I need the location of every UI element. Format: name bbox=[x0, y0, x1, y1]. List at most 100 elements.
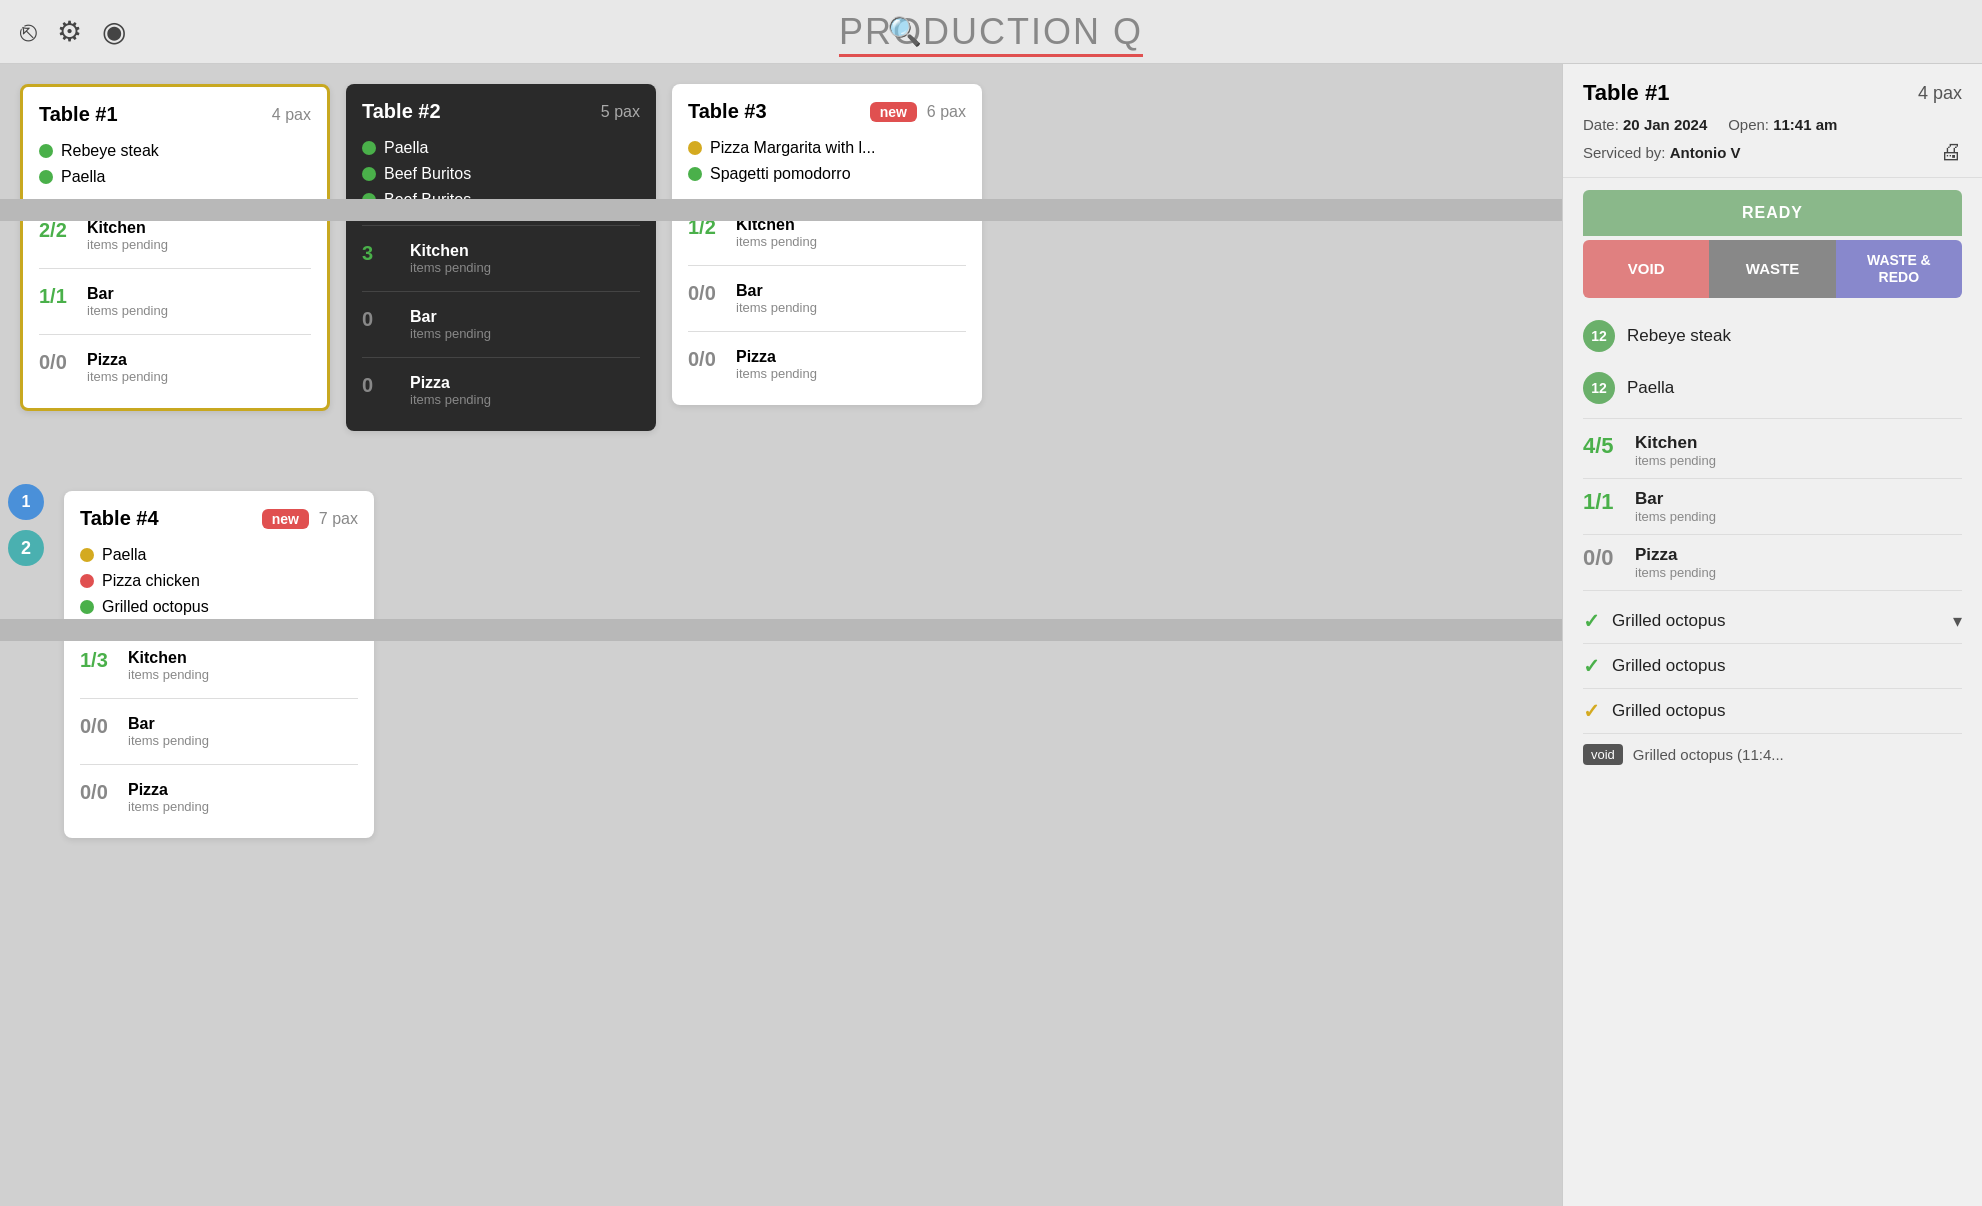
search-icon[interactable]: 🔍 bbox=[887, 15, 922, 48]
station-row: 0/0 Pizza items pending bbox=[39, 343, 311, 392]
pax-with-badge-4: new 7 pax bbox=[262, 509, 358, 529]
divider bbox=[80, 764, 358, 765]
station-count: 0/0 bbox=[39, 351, 75, 374]
eye-off-icon[interactable]: ◉ bbox=[102, 15, 126, 48]
station-count: 1/1 bbox=[39, 285, 75, 308]
station-name: Pizza bbox=[87, 351, 168, 369]
ready-button[interactable]: READY bbox=[1583, 190, 1962, 236]
station-info: Pizza items pending bbox=[87, 351, 168, 384]
station-sub: items pending bbox=[736, 366, 817, 381]
right-stations: 4/5 Kitchen items pending 1/1 Bar items … bbox=[1563, 423, 1982, 591]
grilled-void-row: void Grilled octopus (11:4... bbox=[1583, 734, 1962, 775]
table-card-3[interactable]: Table #3 new 6 pax Pizza Margarita with … bbox=[672, 84, 982, 405]
check-green-icon: ✓ bbox=[1583, 654, 1600, 678]
right-panel-serviced: Serviced by: Antonio V 🖨 bbox=[1583, 139, 1962, 165]
card-header-4: Table #4 new 7 pax bbox=[80, 507, 358, 530]
card-title-4: Table #4 bbox=[80, 507, 159, 530]
right-station-sub: items pending bbox=[1635, 565, 1716, 580]
right-station-count: 4/5 bbox=[1583, 433, 1623, 459]
station-info: Kitchen items pending bbox=[410, 242, 491, 275]
right-divider bbox=[1583, 418, 1962, 419]
right-station-info: Bar items pending bbox=[1635, 489, 1716, 524]
cards-bottom-row: Table #4 new 7 pax Paella Pizza chicken bbox=[20, 491, 1542, 838]
station-name: Pizza bbox=[736, 348, 817, 366]
station-info: Bar items pending bbox=[410, 308, 491, 341]
station-sub: items pending bbox=[410, 392, 491, 407]
dot-yellow bbox=[688, 141, 702, 155]
main-layout: 1 2 Table #1 4 pax Rebeye steak P bbox=[0, 64, 1982, 1206]
table-card-2[interactable]: Table #2 5 pax Paella Beef Buritos Beef … bbox=[346, 84, 656, 431]
divider-bar-top bbox=[0, 199, 1562, 221]
card-header-3: Table #3 new 6 pax bbox=[688, 100, 966, 123]
right-station-name: Bar bbox=[1635, 489, 1716, 509]
right-station-sub: items pending bbox=[1635, 509, 1716, 524]
right-panel-date: Date: 20 Jan 2024 Open: 11:41 am bbox=[1583, 116, 1962, 133]
waste-button[interactable]: WASTE bbox=[1709, 240, 1835, 298]
station-name: Kitchen bbox=[87, 219, 168, 237]
divider bbox=[39, 334, 311, 335]
void-item-name: Grilled octopus (11:4... bbox=[1633, 746, 1784, 763]
right-station-row: 1/1 Bar items pending bbox=[1583, 479, 1962, 535]
grilled-name: Grilled octopus bbox=[1612, 611, 1725, 631]
station-row: 0/0 Bar items pending bbox=[688, 274, 966, 323]
grilled-section: ✓ Grilled octopus ▾ ✓ Grilled octopus ✓ … bbox=[1563, 591, 1982, 775]
action-buttons: READY VOID WASTE WASTE &REDO bbox=[1583, 190, 1962, 298]
item-list-1: Rebeye steak Paella bbox=[39, 138, 311, 190]
station-name: Bar bbox=[736, 282, 817, 300]
station-name: Bar bbox=[87, 285, 168, 303]
right-station-name: Kitchen bbox=[1635, 433, 1716, 453]
back-icon[interactable]: ⎋ bbox=[20, 16, 37, 48]
item-badge: 12 bbox=[1583, 372, 1615, 404]
card-pax-4: 7 pax bbox=[319, 510, 358, 528]
table-card-1[interactable]: Table #1 4 pax Rebeye steak Paella 2/2 bbox=[20, 84, 330, 411]
table-card-4[interactable]: Table #4 new 7 pax Paella Pizza chicken bbox=[64, 491, 374, 838]
card-pax-1: 4 pax bbox=[272, 106, 311, 124]
settings-icon[interactable]: ⚙ bbox=[57, 15, 82, 48]
list-item: Paella bbox=[39, 164, 311, 190]
list-item: Rebeye steak bbox=[39, 138, 311, 164]
void-button[interactable]: VOID bbox=[1583, 240, 1709, 298]
list-item: Pizza chicken bbox=[80, 568, 358, 594]
chevron-down-icon[interactable]: ▾ bbox=[1953, 610, 1962, 632]
right-station-row: 0/0 Pizza items pending bbox=[1583, 535, 1962, 591]
station-name: Pizza bbox=[128, 781, 209, 799]
station-sub: items pending bbox=[736, 234, 817, 249]
item-name: Paella bbox=[384, 139, 428, 157]
dot-green bbox=[39, 144, 53, 158]
right-station-info: Pizza items pending bbox=[1635, 545, 1716, 580]
station-sub: items pending bbox=[128, 799, 209, 814]
divider bbox=[80, 698, 358, 699]
waste-redo-button[interactable]: WASTE &REDO bbox=[1836, 240, 1962, 298]
item-name: Rebeye steak bbox=[1627, 326, 1731, 346]
badge-1: 1 bbox=[8, 484, 44, 520]
station-count: 1/3 bbox=[80, 649, 116, 672]
station-sub: items pending bbox=[410, 326, 491, 341]
card-pax-2: 5 pax bbox=[601, 103, 640, 121]
station-row: 0/0 Pizza items pending bbox=[688, 340, 966, 389]
station-count: 0 bbox=[362, 374, 398, 397]
check-green-icon: ✓ bbox=[1583, 609, 1600, 633]
check-yellow-icon: ✓ bbox=[1583, 699, 1600, 723]
station-name: Bar bbox=[410, 308, 491, 326]
divider bbox=[39, 268, 311, 269]
printer-icon[interactable]: 🖨 bbox=[1940, 139, 1962, 165]
card-pax-3: 6 pax bbox=[927, 103, 966, 121]
right-panel: Table #1 4 pax Date: 20 Jan 2024 Open: 1… bbox=[1562, 64, 1982, 1206]
station-sub: items pending bbox=[87, 237, 168, 252]
station-name: Bar bbox=[128, 715, 209, 733]
dot-yellow bbox=[80, 548, 94, 562]
station-sub: items pending bbox=[128, 667, 209, 682]
station-row: 0 Bar items pending bbox=[362, 300, 640, 349]
station-row: 1/3 Kitchen items pending bbox=[80, 641, 358, 690]
station-sub: items pending bbox=[87, 303, 168, 318]
item-name: Beef Buritos bbox=[384, 165, 471, 183]
dot-green bbox=[362, 141, 376, 155]
item-name: Pizza Margarita with l... bbox=[710, 139, 875, 157]
date-value: 20 Jan 2024 bbox=[1623, 116, 1707, 133]
right-item-row: 12 Paella bbox=[1583, 362, 1962, 414]
dot-green bbox=[39, 170, 53, 184]
list-item: Paella bbox=[362, 135, 640, 161]
right-station-count: 1/1 bbox=[1583, 489, 1623, 515]
right-item-row: 12 Rebeye steak bbox=[1583, 310, 1962, 362]
station-row: 1/1 Bar items pending bbox=[39, 277, 311, 326]
